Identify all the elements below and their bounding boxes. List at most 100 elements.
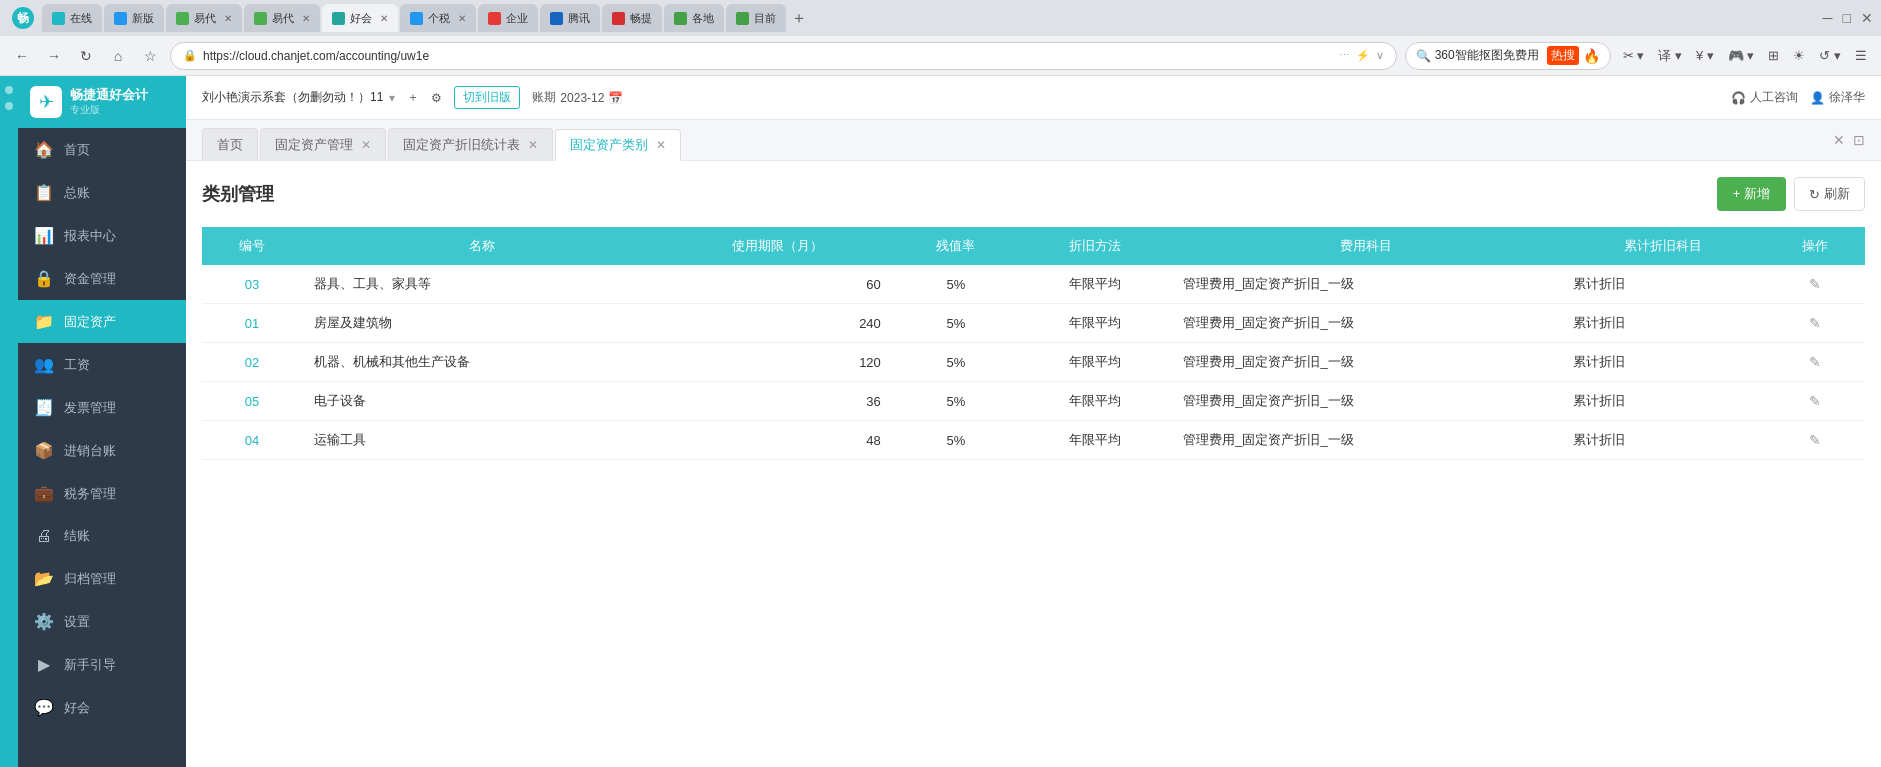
browser-tab-4[interactable]: 好会 ✕ — [322, 4, 398, 32]
reload-button[interactable]: ↻ — [74, 44, 98, 68]
forward-button[interactable]: → — [42, 44, 66, 68]
address-dropdown-icon[interactable]: ⋯ — [1339, 49, 1350, 62]
grid-tool[interactable]: ⊞ — [1764, 46, 1783, 65]
tab-home[interactable]: 首页 — [202, 128, 258, 160]
tab-3-close[interactable]: ✕ — [302, 13, 310, 24]
wallet-tool[interactable]: ¥ ▾ — [1692, 46, 1718, 65]
browser-tab-9[interactable]: 各地 — [664, 4, 724, 32]
row4-method: 年限平均 — [1019, 421, 1171, 460]
browser-tab-7[interactable]: 腾讯 — [540, 4, 600, 32]
inner-maximize-btn[interactable]: ⊡ — [1853, 132, 1865, 148]
maximize-button[interactable]: □ — [1843, 10, 1851, 26]
sidebar-item-reports[interactable]: 📊 报表中心 — [18, 214, 186, 257]
browser-tab-10[interactable]: 目前 — [726, 4, 786, 32]
row2-name: 机器、机械和其他生产设备 — [302, 343, 662, 382]
switch-version-btn[interactable]: 切到旧版 — [454, 86, 520, 109]
sidebar-item-fixed-assets[interactable]: 📁 固定资产 — [18, 300, 186, 343]
row4-edit-btn[interactable]: ✎ — [1809, 432, 1821, 448]
browser-tab-2[interactable]: 易代 ✕ — [166, 4, 242, 32]
new-tab-button[interactable]: ＋ — [788, 7, 810, 29]
tab-category-close[interactable]: ✕ — [656, 138, 666, 152]
brightness-tool[interactable]: ☀ — [1789, 46, 1809, 65]
tab-depreciation[interactable]: 固定资产折旧统计表 ✕ — [388, 128, 553, 160]
tab-asset-mgmt[interactable]: 固定资产管理 ✕ — [260, 128, 386, 160]
add-account-btn[interactable]: ＋ — [407, 89, 419, 106]
row1-period: 240 — [663, 304, 893, 343]
row2-edit-btn[interactable]: ✎ — [1809, 354, 1821, 370]
cut-tool[interactable]: ✂ ▾ — [1619, 46, 1649, 65]
browser-tab-3[interactable]: 易代 ✕ — [244, 4, 320, 32]
address-action-icon[interactable]: ⚡ — [1356, 49, 1370, 62]
sidebar-item-salary[interactable]: 👥 工资 — [18, 343, 186, 386]
tab-depreciation-close[interactable]: ✕ — [528, 138, 538, 152]
refresh-button[interactable]: ↻ 刷新 — [1794, 177, 1865, 211]
tab-8-icon — [612, 12, 625, 25]
row3-edit-btn[interactable]: ✎ — [1809, 393, 1821, 409]
row1-edit-btn[interactable]: ✎ — [1809, 315, 1821, 331]
tab-asset-mgmt-close[interactable]: ✕ — [361, 138, 371, 152]
tab-0-label: 在线 — [70, 11, 92, 26]
sidebar-label-closing: 结账 — [64, 527, 90, 545]
row2-code: 02 — [202, 343, 302, 382]
logo-text-block: 畅捷通好会计 专业版 — [70, 87, 148, 118]
back-button[interactable]: ← — [10, 44, 34, 68]
calendar-icon[interactable]: 📅 — [608, 91, 623, 105]
tabs-bar: 首页 固定资产管理 ✕ 固定资产折旧统计表 ✕ 固定资产类别 ✕ ✕ ⊡ — [186, 120, 1881, 161]
close-window-button[interactable]: ✕ — [1861, 10, 1873, 26]
minimize-button[interactable]: ─ — [1823, 10, 1833, 26]
sidebar-label-archive: 归档管理 — [64, 570, 116, 588]
browser-tab-8[interactable]: 畅提 — [602, 4, 662, 32]
bookmark-button[interactable]: ☆ — [138, 44, 162, 68]
sidebar-item-finance[interactable]: 🔒 资金管理 — [18, 257, 186, 300]
row2-code-link[interactable]: 02 — [245, 355, 259, 370]
sidebar-item-ledger[interactable]: 📋 总账 — [18, 171, 186, 214]
tab-category[interactable]: 固定资产类别 ✕ — [555, 129, 681, 161]
row3-method: 年限平均 — [1019, 382, 1171, 421]
tab-4-close[interactable]: ✕ — [380, 13, 388, 24]
tab-5-close[interactable]: ✕ — [458, 13, 466, 24]
user-profile-btn[interactable]: 👤 徐泽华 — [1810, 89, 1865, 106]
sidebar-item-guide[interactable]: ▶ 新手引导 — [18, 643, 186, 686]
history-tool[interactable]: ↺ ▾ — [1815, 46, 1845, 65]
sidebar-item-haohui[interactable]: 💬 好会 — [18, 686, 186, 729]
game-tool[interactable]: 🎮 ▾ — [1724, 46, 1759, 65]
sidebar-item-settings[interactable]: ⚙️ 设置 — [18, 600, 186, 643]
logo-sub: 专业版 — [70, 103, 148, 117]
browser-tab-0[interactable]: 在线 — [42, 4, 102, 32]
sidebar-label-tax: 税务管理 — [64, 485, 116, 503]
inner-close-btn[interactable]: ✕ — [1833, 132, 1845, 148]
search-bar[interactable]: 🔍 360智能抠图免费用 热搜 🔥 — [1405, 42, 1611, 70]
home-button[interactable]: ⌂ — [106, 44, 130, 68]
row3-code-link[interactable]: 05 — [245, 394, 259, 409]
sidebar-item-sales[interactable]: 📦 进销台账 — [18, 429, 186, 472]
row1-code-link[interactable]: 01 — [245, 316, 259, 331]
address-bar[interactable]: 🔒 https://cloud.chanjet.com/accounting/u… — [170, 42, 1397, 70]
tab-6-icon — [488, 12, 501, 25]
sidebar-item-home[interactable]: 🏠 首页 — [18, 128, 186, 171]
address-chevron-icon[interactable]: ∨ — [1376, 49, 1384, 62]
col-name: 名称 — [302, 227, 662, 265]
sidebar-item-archive[interactable]: 📂 归档管理 — [18, 557, 186, 600]
row0-edit-btn[interactable]: ✎ — [1809, 276, 1821, 292]
dropdown-icon[interactable]: ▾ — [389, 91, 395, 105]
sidebar-item-closing[interactable]: 🖨 结账 — [18, 515, 186, 557]
menu-tool[interactable]: ☰ — [1851, 46, 1871, 65]
url-text: https://cloud.chanjet.com/accounting/uw1… — [203, 49, 1333, 63]
browser-tab-5[interactable]: 个税 ✕ — [400, 4, 476, 32]
tab-4-label: 好会 — [350, 11, 372, 26]
table-row: 04 运输工具 48 5% 年限平均 管理费用_固定资产折旧_一级 累计折旧 ✎ — [202, 421, 1865, 460]
sidebar: ✈ 畅捷通好会计 专业版 🏠 首页 📋 总账 📊 报表中心 🔒 资金管理 📁 固… — [18, 76, 186, 767]
sidebar-label-finance: 资金管理 — [64, 270, 116, 288]
add-category-button[interactable]: + 新增 — [1717, 177, 1786, 211]
browser-tab-6[interactable]: 企业 — [478, 4, 538, 32]
tab-2-close[interactable]: ✕ — [224, 13, 232, 24]
translate-tool[interactable]: 译 ▾ — [1654, 45, 1686, 67]
row4-code-link[interactable]: 04 — [245, 433, 259, 448]
help-btn[interactable]: 🎧 人工咨询 — [1731, 89, 1798, 106]
row3-residual: 5% — [893, 382, 1019, 421]
gear-btn[interactable]: ⚙ — [431, 91, 442, 105]
sidebar-item-invoice[interactable]: 🧾 发票管理 — [18, 386, 186, 429]
browser-tab-1[interactable]: 新版 — [104, 4, 164, 32]
sidebar-item-tax[interactable]: 💼 税务管理 — [18, 472, 186, 515]
row0-code-link[interactable]: 03 — [245, 277, 259, 292]
